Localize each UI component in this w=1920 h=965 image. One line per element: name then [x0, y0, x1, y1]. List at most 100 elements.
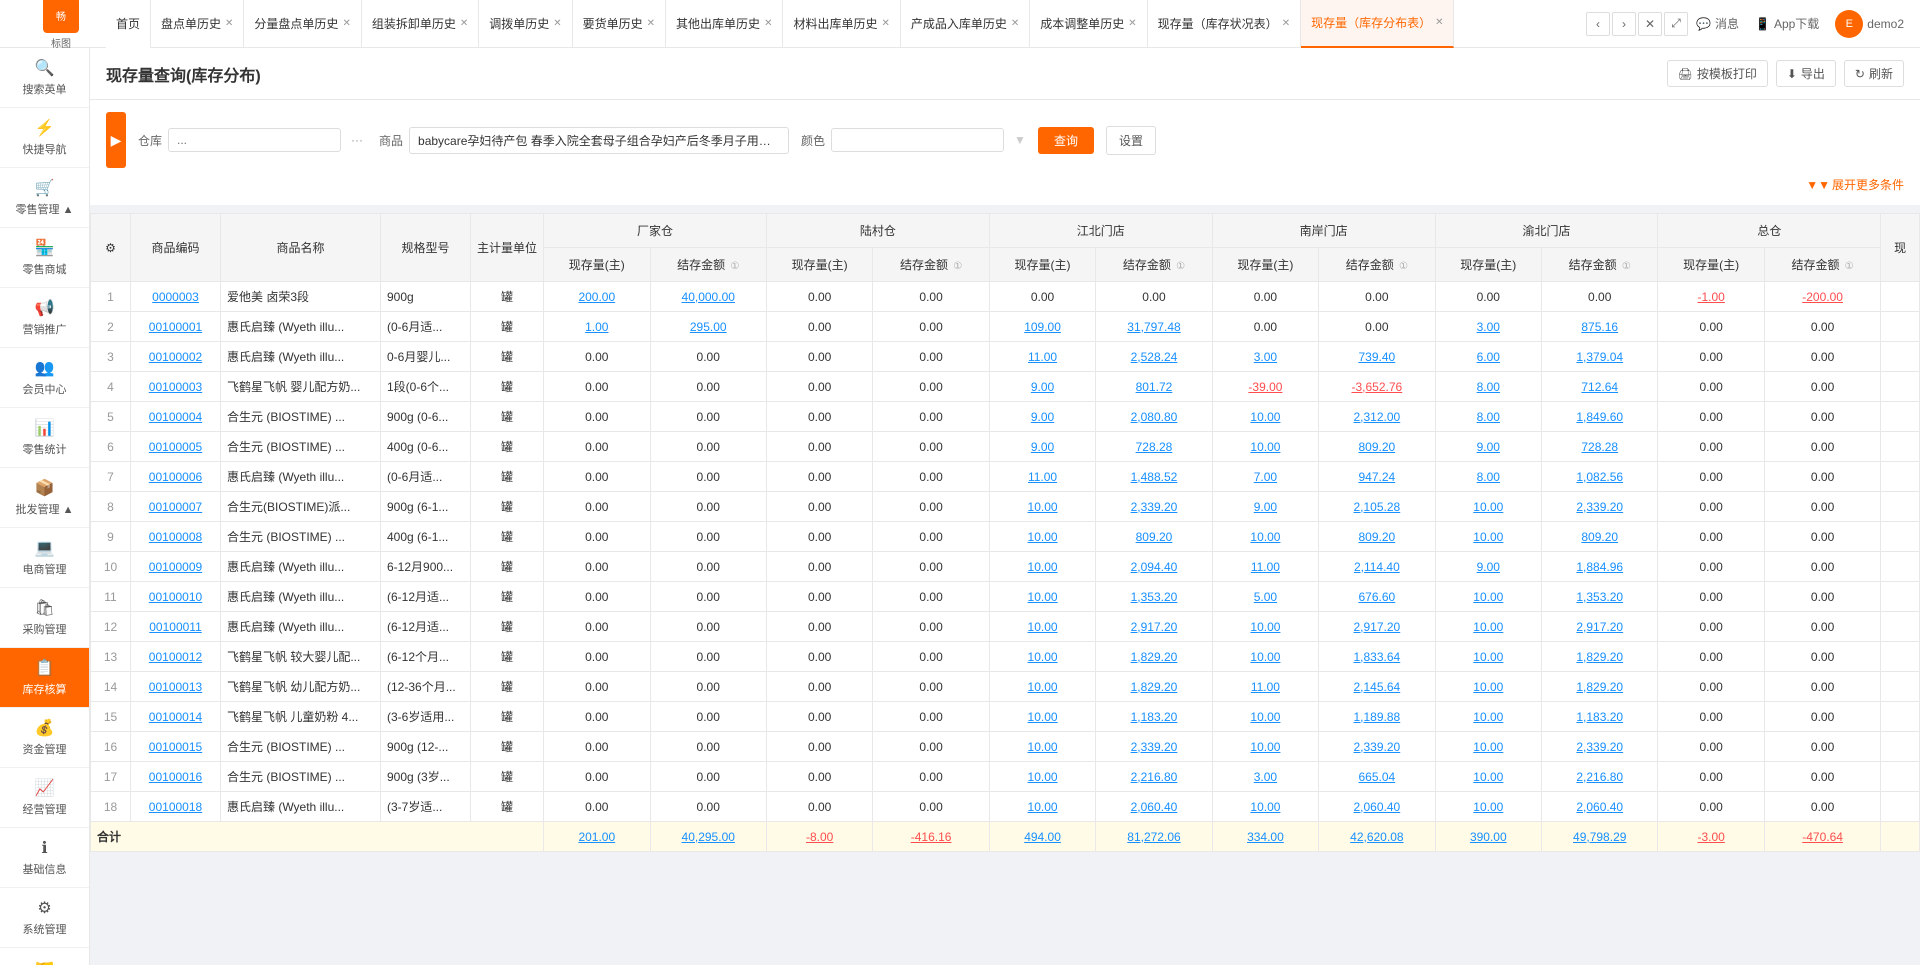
th-settings[interactable]: ⚙: [91, 214, 131, 282]
nanan-qty[interactable]: -39.00: [1212, 372, 1319, 402]
print-btn[interactable]: 🖨 按模板打印: [1667, 60, 1768, 87]
tab-close-icon[interactable]: ✕: [342, 18, 350, 29]
tab-close-icon[interactable]: ✕: [460, 18, 468, 29]
warehouse-input[interactable]: [168, 128, 341, 152]
tab-prev-btn[interactable]: ‹: [1586, 12, 1610, 36]
top-tab[interactable]: 首页: [106, 0, 151, 48]
tab-close-icon[interactable]: ✕: [1435, 17, 1443, 28]
sidebar-item-系统管理[interactable]: ⚙ 系统管理: [0, 888, 89, 948]
yubei-qty[interactable]: 10.00: [1435, 492, 1542, 522]
yubei-qty[interactable]: 10.00: [1435, 762, 1542, 792]
yubei-qty[interactable]: 10.00: [1435, 702, 1542, 732]
jiangbei-qty[interactable]: 9.00: [989, 402, 1096, 432]
yubei-qty[interactable]: 10.00: [1435, 732, 1542, 762]
filter-toggle-btn[interactable]: ▶: [106, 112, 126, 168]
tab-close-icon[interactable]: ✕: [553, 18, 561, 29]
jiangbei-qty[interactable]: 10.00: [989, 672, 1096, 702]
sidebar-item-采购管理[interactable]: 🛍 采购管理: [0, 588, 89, 648]
nanan-qty[interactable]: 10.00: [1212, 702, 1319, 732]
nanan-qty[interactable]: 10.00: [1212, 642, 1319, 672]
sidebar-item-经营管理[interactable]: 📈 经营管理: [0, 768, 89, 828]
top-tab[interactable]: 要货单历史✕: [573, 0, 666, 48]
jiangbei-qty[interactable]: 10.00: [989, 492, 1096, 522]
factory-qty[interactable]: 1.00: [544, 312, 651, 342]
row-code[interactable]: 00100015: [131, 732, 221, 762]
yubei-qty[interactable]: 9.00: [1435, 552, 1542, 582]
top-tab[interactable]: 组装拆卸单历史✕: [362, 0, 479, 48]
refresh-btn[interactable]: ↻ 刷新: [1844, 60, 1904, 87]
tab-next-btn[interactable]: ›: [1612, 12, 1636, 36]
yubei-qty[interactable]: 10.00: [1435, 672, 1542, 702]
yubei-qty[interactable]: 10.00: [1435, 522, 1542, 552]
query-btn[interactable]: 查询: [1038, 127, 1094, 154]
row-code[interactable]: 00100005: [131, 432, 221, 462]
row-code[interactable]: 00100014: [131, 702, 221, 732]
tab-close-icon[interactable]: ✕: [764, 18, 772, 29]
jiangbei-qty[interactable]: 10.00: [989, 582, 1096, 612]
nanan-qty[interactable]: 10.00: [1212, 792, 1319, 822]
top-tab[interactable]: 成本调整单历史✕: [1030, 0, 1147, 48]
nanan-qty[interactable]: 11.00: [1212, 672, 1319, 702]
tab-close-icon[interactable]: ✕: [881, 18, 889, 29]
tab-close-icon[interactable]: ✕: [1128, 18, 1136, 29]
sidebar-item-库存核算[interactable]: 📋 库存核算: [0, 648, 89, 708]
row-code[interactable]: 00100009: [131, 552, 221, 582]
yubei-qty[interactable]: 8.00: [1435, 372, 1542, 402]
row-code[interactable]: 00100007: [131, 492, 221, 522]
nanan-qty[interactable]: 3.00: [1212, 342, 1319, 372]
yubei-qty[interactable]: 10.00: [1435, 642, 1542, 672]
row-code[interactable]: 00100010: [131, 582, 221, 612]
top-tab[interactable]: 现存量（库存分布表）✕: [1301, 0, 1454, 48]
nanan-qty[interactable]: 11.00: [1212, 552, 1319, 582]
row-code[interactable]: 00100013: [131, 672, 221, 702]
sidebar-item-会员中心[interactable]: 👥 会员中心: [0, 348, 89, 408]
top-tab[interactable]: 盘点单历史✕: [151, 0, 244, 48]
sidebar-item-零售统计[interactable]: 📊 零售统计: [0, 408, 89, 468]
jiangbei-qty[interactable]: 10.00: [989, 792, 1096, 822]
yubei-qty[interactable]: 10.00: [1435, 612, 1542, 642]
row-code[interactable]: 00100018: [131, 792, 221, 822]
jiangbei-qty[interactable]: 10.00: [989, 522, 1096, 552]
top-tab[interactable]: 现存量（库存状况表）✕: [1148, 0, 1301, 48]
row-code[interactable]: 00100003: [131, 372, 221, 402]
top-tab[interactable]: 产成品入库单历史✕: [901, 0, 1030, 48]
nanan-qty[interactable]: 5.00: [1212, 582, 1319, 612]
jiangbei-qty[interactable]: 10.00: [989, 642, 1096, 672]
row-code[interactable]: 00100008: [131, 522, 221, 552]
jiangbei-qty[interactable]: 10.00: [989, 732, 1096, 762]
nanan-qty[interactable]: 7.00: [1212, 462, 1319, 492]
yubei-qty[interactable]: 6.00: [1435, 342, 1542, 372]
top-tab[interactable]: 分量盘点单历史✕: [244, 0, 361, 48]
jiangbei-qty[interactable]: 10.00: [989, 702, 1096, 732]
nanan-qty[interactable]: 10.00: [1212, 522, 1319, 552]
tab-close-icon[interactable]: ✕: [647, 18, 655, 29]
row-code[interactable]: 00100011: [131, 612, 221, 642]
jiangbei-qty[interactable]: 10.00: [989, 552, 1096, 582]
jiangbei-qty[interactable]: 11.00: [989, 462, 1096, 492]
expand-btn[interactable]: ▼▼ 展开更多条件: [1806, 176, 1904, 193]
nanan-qty[interactable]: 10.00: [1212, 402, 1319, 432]
export-btn[interactable]: ⬇ 导出: [1776, 60, 1836, 87]
nanan-qty[interactable]: 10.00: [1212, 612, 1319, 642]
tab-close-btn[interactable]: ✕: [1638, 12, 1662, 36]
nanan-qty[interactable]: 3.00: [1212, 762, 1319, 792]
yubei-qty[interactable]: 3.00: [1435, 312, 1542, 342]
tab-close-icon[interactable]: ✕: [1282, 18, 1290, 29]
setting-btn[interactable]: 设置: [1106, 126, 1156, 155]
top-tab[interactable]: 材料出库单历史✕: [783, 0, 900, 48]
sidebar-item-企业协同[interactable]: 🤝 企业协同: [0, 948, 89, 965]
jiangbei-qty[interactable]: 10.00: [989, 762, 1096, 792]
sidebar-item-搜索英单[interactable]: 🔍 搜索英单: [0, 48, 89, 108]
sidebar-item-零售管理[interactable]: 🛒 零售管理 ▲: [0, 168, 89, 228]
msg-btn[interactable]: 💬 消息: [1696, 15, 1739, 32]
jiangbei-qty[interactable]: 9.00: [989, 432, 1096, 462]
sidebar-item-电商管理[interactable]: 💻 电商管理: [0, 528, 89, 588]
row-code[interactable]: 00100004: [131, 402, 221, 432]
yubei-qty[interactable]: 8.00: [1435, 402, 1542, 432]
user-btn[interactable]: E demo2: [1835, 10, 1904, 38]
row-code[interactable]: 00100016: [131, 762, 221, 792]
jiangbei-qty[interactable]: 10.00: [989, 612, 1096, 642]
tab-expand-btn[interactable]: ⤢: [1664, 12, 1688, 36]
jiangbei-qty[interactable]: 9.00: [989, 372, 1096, 402]
top-tab[interactable]: 其他出库单历史✕: [666, 0, 783, 48]
